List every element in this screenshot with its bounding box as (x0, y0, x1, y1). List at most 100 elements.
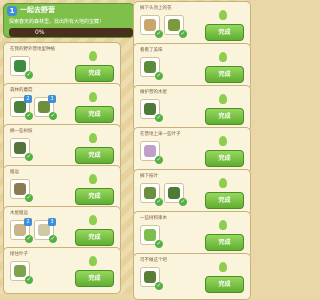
item-thumbnail[interactable]: ✓ (140, 141, 163, 164)
check-icon: ✓ (25, 112, 33, 120)
item-image (14, 183, 26, 195)
item-image (14, 265, 26, 277)
complete-button[interactable]: 完成 (75, 270, 114, 287)
item-thumbnail[interactable]: 3 ✓ (34, 218, 57, 243)
task-card: 木屋搬运 2 ✓ 3 ✓ 完成 (3, 206, 121, 253)
complete-button[interactable]: 完成 (75, 106, 114, 123)
item-thumbnail[interactable]: ✓ (140, 183, 163, 206)
complete-button[interactable]: 完成 (205, 150, 244, 167)
complete-button[interactable]: 完成 (205, 66, 244, 83)
leaf-icon (219, 52, 227, 62)
complete-button[interactable]: 完成 (205, 276, 244, 293)
task-caption: 森林的蘑菇 (10, 88, 33, 93)
check-icon: ✓ (155, 282, 163, 290)
task-caption: 接住叶子 (10, 252, 28, 257)
item-thumbnail[interactable]: ✓ (140, 267, 163, 290)
item-count-badge: 3 (48, 218, 56, 226)
task-card: 做护营的木屋 ✓ 完成 (133, 85, 251, 132)
complete-button[interactable]: 完成 (75, 65, 114, 82)
complete-button[interactable]: 完成 (75, 188, 114, 205)
task-caption: 看看了美味 (140, 48, 163, 53)
check-icon: ✓ (155, 198, 163, 206)
item-image (144, 19, 156, 31)
item-image (144, 61, 156, 73)
check-icon: ✓ (155, 30, 163, 38)
item-image (14, 142, 26, 154)
item-image (14, 60, 26, 72)
item-thumbnail[interactable]: 2 ✓ (10, 218, 33, 243)
item-thumbnail[interactable]: ✓ (164, 15, 187, 38)
leaf-icon (89, 174, 97, 184)
task-caption: 做护营的木屋 (140, 90, 167, 95)
leaf-icon (219, 262, 227, 272)
item-thumbnail[interactable]: ✓ (164, 183, 187, 206)
complete-button[interactable]: 完成 (205, 192, 244, 209)
item-thumbnail[interactable]: ✓ (10, 179, 33, 202)
check-icon: ✓ (25, 153, 33, 161)
check-icon: ✓ (155, 72, 163, 80)
item-thumbnail[interactable]: 2 ✓ (10, 95, 33, 120)
task-caption: 摘一些树枝 (10, 129, 33, 134)
check-icon: ✓ (179, 30, 187, 38)
task-card: 接住叶子 ✓ 完成 (3, 247, 121, 294)
item-thumbnail[interactable]: ✓ (10, 138, 33, 161)
level-description: 探索春天的森林里，找出所有大地的宝藏！ (9, 19, 105, 25)
task-card: 可不做这个吧 ✓ 完成 (133, 253, 251, 300)
item-thumbnail[interactable]: ✓ (10, 261, 33, 284)
item-thumbnail[interactable]: ✓ (140, 99, 163, 122)
progress-bar: 0% (9, 28, 133, 37)
leaf-icon (219, 136, 227, 146)
check-icon: ✓ (49, 112, 57, 120)
task-card: 一些树和果木 ✓ 完成 (133, 211, 251, 258)
task-caption: 在我的野外营地里种植 (10, 47, 55, 52)
leaf-icon (89, 256, 97, 266)
leaf-icon (89, 133, 97, 143)
complete-button[interactable]: 完成 (75, 229, 114, 246)
level-title: 一起去野营 (20, 6, 55, 14)
check-icon: ✓ (155, 240, 163, 248)
task-caption: 在营地上采一些叶子 (140, 132, 181, 137)
leaf-icon (219, 94, 227, 104)
progress-percent: 0% (35, 29, 45, 36)
task-card: 搬运 ✓ 完成 (3, 165, 121, 212)
check-icon: ✓ (25, 71, 33, 79)
complete-button[interactable]: 完成 (205, 24, 244, 41)
task-card: 森林的蘑菇 2 ✓ 3 ✓ 完成 (3, 83, 121, 130)
complete-button[interactable]: 完成 (205, 234, 244, 251)
item-thumbnail[interactable]: ✓ (140, 225, 163, 248)
item-count-badge: 3 (48, 95, 56, 103)
item-count-badge: 2 (24, 218, 32, 226)
task-caption: 木屋搬运 (10, 211, 28, 216)
leaf-icon (219, 10, 227, 20)
check-icon: ✓ (155, 114, 163, 122)
task-caption: 摘下头顶上的花 (140, 6, 172, 11)
item-image (168, 19, 180, 31)
item-image (144, 145, 156, 157)
task-caption: 搬运 (10, 170, 19, 175)
leaf-icon (89, 51, 97, 61)
task-caption: 可不做这个吧 (140, 258, 167, 263)
task-card: 在营地上采一些叶子 ✓ 完成 (133, 127, 251, 174)
check-icon: ✓ (25, 235, 33, 243)
task-card: 在我的野外营地里种植 ✓ 完成 (3, 42, 121, 89)
item-thumbnail[interactable]: 3 ✓ (34, 95, 57, 120)
item-image (144, 187, 156, 199)
item-image (144, 271, 156, 283)
task-card: 摘下枝叶 ✓ ✓ 完成 (133, 169, 251, 216)
leaf-icon (219, 220, 227, 230)
complete-button[interactable]: 完成 (75, 147, 114, 164)
task-caption: 摘下枝叶 (140, 174, 158, 179)
leaf-icon (89, 92, 97, 102)
item-thumbnail[interactable]: ✓ (10, 56, 33, 79)
item-thumbnail[interactable]: ✓ (140, 15, 163, 38)
item-count-badge: 2 (24, 95, 32, 103)
item-image (144, 103, 156, 115)
check-icon: ✓ (25, 276, 33, 284)
task-card: 摘下头顶上的花 ✓ ✓ 完成 (133, 1, 251, 48)
check-icon: ✓ (25, 194, 33, 202)
task-caption: 一些树和果木 (140, 216, 167, 221)
item-thumbnail[interactable]: ✓ (140, 57, 163, 80)
leaf-icon (89, 215, 97, 225)
complete-button[interactable]: 完成 (205, 108, 244, 125)
task-card: 看看了美味 ✓ 完成 (133, 43, 251, 90)
